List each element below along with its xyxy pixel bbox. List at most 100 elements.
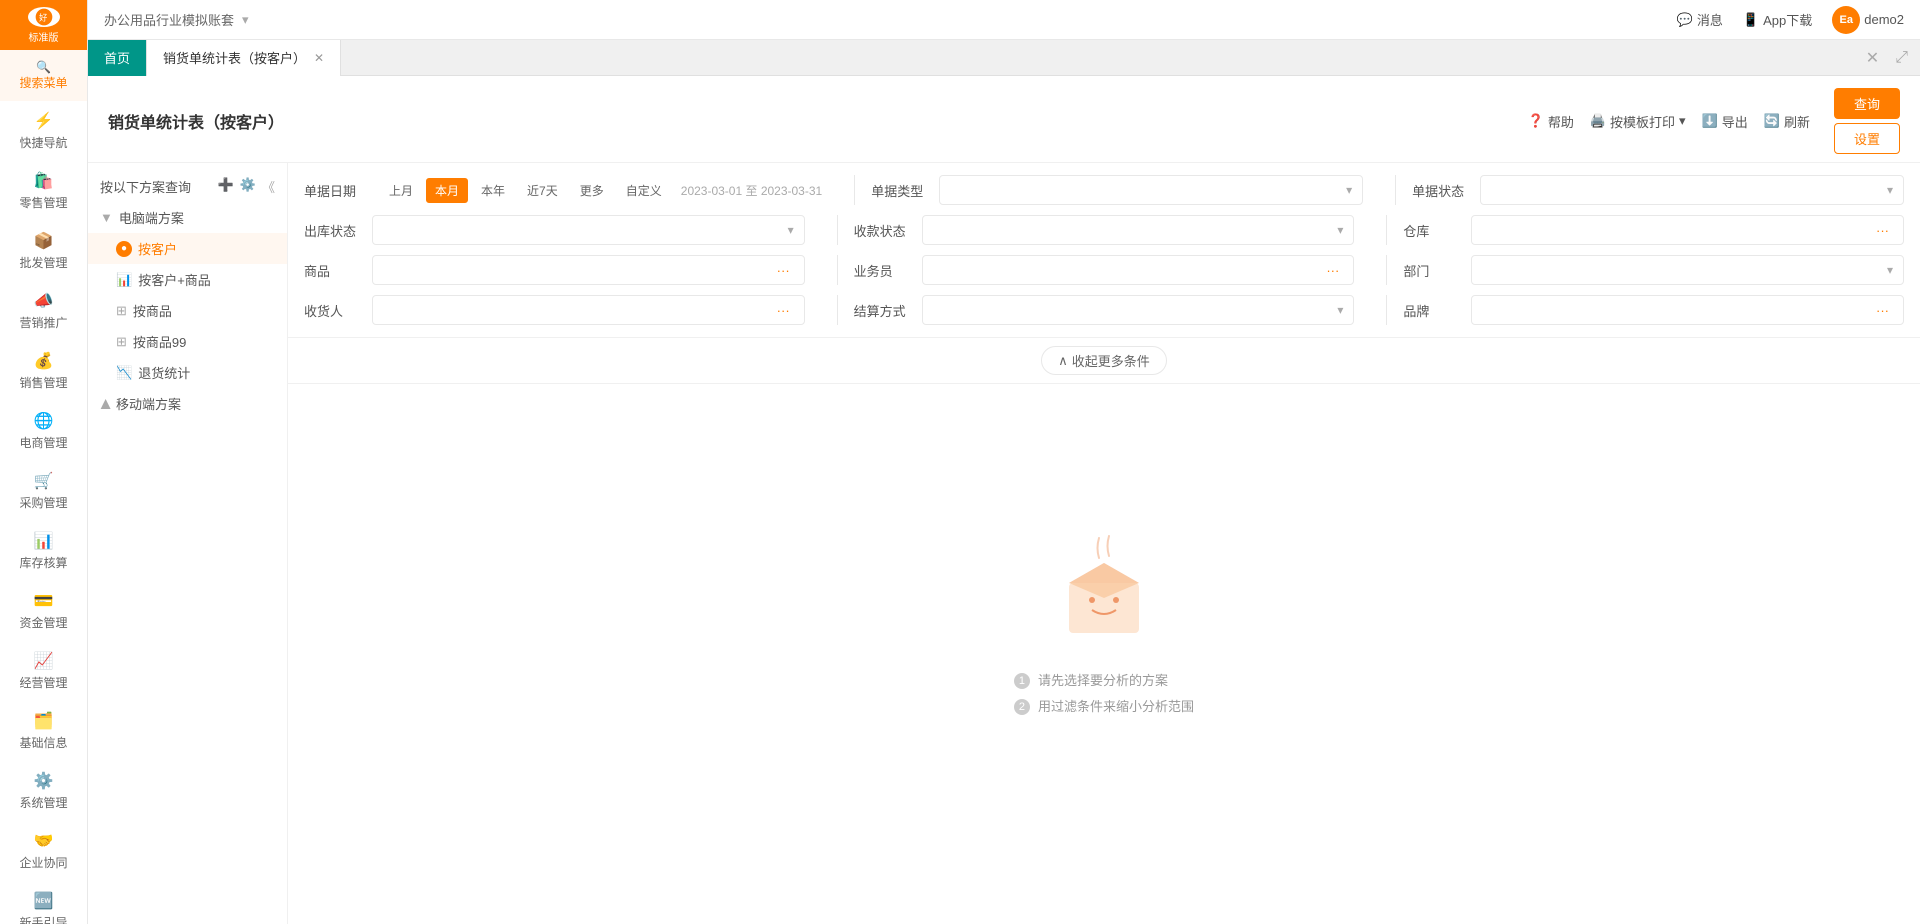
sidebar-item-purchase[interactable]: 🛒 采购管理 bbox=[0, 461, 87, 521]
filter-field-settlement: 结算方式 ▾ bbox=[854, 295, 1355, 325]
logo-text: 标准版 bbox=[29, 29, 59, 44]
recipient-dots-icon[interactable]: ··· bbox=[773, 303, 794, 318]
sidebar-item-quicknav[interactable]: ⚡ 快捷导航 bbox=[0, 101, 87, 161]
sidebar-item-operations[interactable]: 📈 经营管理 bbox=[0, 641, 87, 701]
breadcrumb-dropdown-icon[interactable]: ▾ bbox=[242, 12, 249, 28]
settlement-input[interactable]: ▾ bbox=[922, 295, 1355, 325]
warehouse-dots-icon[interactable]: ··· bbox=[1872, 223, 1893, 238]
sidebar-item-inventory[interactable]: 📊 库存核算 bbox=[0, 521, 87, 581]
settings-scheme-icon[interactable]: ⚙️ bbox=[240, 177, 256, 196]
scheme-item-return-stats[interactable]: 📉 退货统计 bbox=[88, 357, 287, 388]
sidebar-item-ecommerce[interactable]: 🌐 电商管理 bbox=[0, 401, 87, 461]
collapse-button[interactable]: ∧ 收起更多条件 bbox=[1041, 346, 1167, 375]
warehouse-input[interactable]: ··· bbox=[1471, 215, 1904, 245]
scheme-group-desktop-title[interactable]: ▼ 电脑端方案 bbox=[88, 202, 287, 233]
collapse-panel-icon[interactable]: 《 bbox=[262, 177, 275, 196]
sidebar-item-label: 系统管理 bbox=[19, 794, 67, 811]
ecommerce-icon: 🌐 bbox=[34, 411, 54, 431]
scheme-item-by-customer-product[interactable]: 📊 按客户+商品 bbox=[88, 264, 287, 295]
empty-hint-1: 1 请先选择要分析的方案 bbox=[1014, 668, 1194, 694]
salesperson-input[interactable]: ··· bbox=[922, 255, 1355, 285]
sidebar-item-finance[interactable]: 💳 资金管理 bbox=[0, 581, 87, 641]
scheme-icon-grid2: ⊞ bbox=[116, 334, 127, 350]
sidebar-item-retail[interactable]: 🛍️ 零售管理 bbox=[0, 161, 87, 221]
date-range-display: 2023-03-01 至 2023-03-31 bbox=[681, 182, 822, 199]
breadcrumb: 办公用品行业模拟账套 bbox=[104, 10, 234, 29]
add-scheme-icon[interactable]: ➕ bbox=[218, 177, 234, 196]
scheme-item-by-product-99[interactable]: ⊞ 按商品99 bbox=[88, 326, 287, 357]
left-panel-icons: ➕ ⚙️ 《 bbox=[218, 177, 275, 196]
left-panel-header: 按以下方案查询 ➕ ⚙️ 《 bbox=[88, 171, 287, 202]
sidebar-item-sales[interactable]: 💰 销售管理 bbox=[0, 341, 87, 401]
window-close-button[interactable]: ✕ bbox=[1866, 48, 1879, 68]
help-button[interactable]: ❓ 帮助 bbox=[1528, 112, 1574, 131]
page-title: 销货单统计表（按客户） bbox=[108, 109, 284, 133]
recipient-input[interactable]: ··· bbox=[372, 295, 805, 325]
page-actions: ❓ 帮助 🖨️ 按模板打印 ▾ ⬇️ 导出 🔄 刷新 查询 bbox=[1528, 88, 1900, 154]
brand-input[interactable]: ··· bbox=[1471, 295, 1904, 325]
type-input[interactable]: ▾ bbox=[939, 175, 1363, 205]
product-dots-icon[interactable]: ··· bbox=[773, 263, 794, 278]
date-label: 单据日期 bbox=[304, 181, 364, 200]
refresh-button[interactable]: 🔄 刷新 bbox=[1764, 112, 1810, 131]
scheme-item-by-product[interactable]: ⊞ 按商品 bbox=[88, 295, 287, 326]
wholesale-icon: 📦 bbox=[34, 231, 54, 251]
payment-label: 收款状态 bbox=[854, 221, 914, 240]
scheme-item-by-customer[interactable]: ● 按客户 bbox=[88, 233, 287, 264]
tab-home[interactable]: 首页 bbox=[88, 40, 147, 76]
retail-icon: 🛍️ bbox=[34, 171, 54, 191]
hint-text-1: 请先选择要分析的方案 bbox=[1038, 668, 1168, 694]
filter-divider-2 bbox=[1395, 175, 1396, 205]
sidebar-item-label: 快捷导航 bbox=[19, 134, 67, 151]
sidebar-search-label: 搜索菜单 bbox=[19, 74, 67, 91]
app-download-button[interactable]: 📱 App下载 bbox=[1743, 10, 1812, 29]
app-download-label: App下载 bbox=[1763, 10, 1812, 29]
date-btn-more[interactable]: 更多 bbox=[571, 178, 613, 203]
filter-row-2: 出库状态 ▾ 收款状态 ▾ bbox=[304, 215, 1904, 245]
scheme-group-mobile-title[interactable]: ▶ 移动端方案 bbox=[88, 388, 287, 419]
sidebar-item-enterprise[interactable]: 🤝 企业协同 bbox=[0, 821, 87, 881]
scheme-group-mobile: ▶ 移动端方案 bbox=[88, 388, 287, 419]
date-btn-thismonth[interactable]: 本月 bbox=[426, 178, 468, 203]
salesperson-dots-icon[interactable]: ··· bbox=[1322, 263, 1343, 278]
tab-close-button[interactable]: ✕ bbox=[314, 51, 324, 65]
page-header: 销货单统计表（按客户） ❓ 帮助 🖨️ 按模板打印 ▾ ⬇️ 导出 🔄 刷新 bbox=[88, 76, 1920, 163]
outstatus-input[interactable]: ▾ bbox=[372, 215, 805, 245]
department-input[interactable]: ▾ bbox=[1471, 255, 1904, 285]
sidebar-item-system[interactable]: ⚙️ 系统管理 bbox=[0, 761, 87, 821]
type-chevron-icon: ▾ bbox=[1346, 183, 1352, 197]
filter-divider-5 bbox=[837, 255, 838, 285]
sidebar-item-marketing[interactable]: 📣 营销推广 bbox=[0, 281, 87, 341]
messages-button[interactable]: 💬 消息 bbox=[1677, 10, 1723, 29]
tab-sales-stats[interactable]: 销货单统计表（按客户） ✕ bbox=[147, 40, 341, 76]
query-button[interactable]: 查询 bbox=[1834, 88, 1900, 119]
date-btn-custom[interactable]: 自定义 bbox=[617, 178, 671, 203]
sidebar-item-search[interactable]: 🔍 搜索菜单 bbox=[0, 50, 87, 101]
status-input[interactable]: ▾ bbox=[1480, 175, 1904, 205]
purchase-icon: 🛒 bbox=[34, 471, 54, 491]
date-btn-thisyear[interactable]: 本年 bbox=[472, 178, 514, 203]
sidebar-item-label: 采购管理 bbox=[19, 494, 67, 511]
scheme-item-label: 按商品 bbox=[133, 301, 172, 320]
scheme-icon-grid: ⊞ bbox=[116, 303, 127, 319]
filter-row-4: 收货人 ··· 结算方式 ▾ bbox=[304, 295, 1904, 325]
sidebar-item-basic[interactable]: 🗂️ 基础信息 bbox=[0, 701, 87, 761]
tab-sales-stats-label: 销货单统计表（按客户） bbox=[163, 48, 306, 67]
date-btn-7days[interactable]: 近7天 bbox=[518, 178, 567, 203]
sidebar-item-label: 资金管理 bbox=[19, 614, 67, 631]
product-input[interactable]: ··· bbox=[372, 255, 805, 285]
date-btn-lastmonth[interactable]: 上月 bbox=[380, 178, 422, 203]
maximize-button[interactable]: ⤢ bbox=[1895, 49, 1908, 67]
left-panel: 按以下方案查询 ➕ ⚙️ 《 ▼ 电脑端方案 ● 按客户 bbox=[88, 163, 288, 924]
settings-button[interactable]: 设置 bbox=[1834, 123, 1900, 154]
hint-num-2: 2 bbox=[1014, 699, 1030, 715]
sidebar-item-newbie[interactable]: 🆕 新手引导 bbox=[0, 881, 87, 924]
user-menu[interactable]: Ea demo2 bbox=[1832, 6, 1904, 34]
brand-dots-icon[interactable]: ··· bbox=[1872, 303, 1893, 318]
export-button[interactable]: ⬇️ 导出 bbox=[1702, 112, 1748, 131]
refresh-icon: 🔄 bbox=[1764, 113, 1780, 129]
sidebar-item-wholesale[interactable]: 📦 批发管理 bbox=[0, 221, 87, 281]
payment-input[interactable]: ▾ bbox=[922, 215, 1355, 245]
print-button[interactable]: 🖨️ 按模板打印 ▾ bbox=[1590, 112, 1686, 131]
filter-divider-7 bbox=[837, 295, 838, 325]
